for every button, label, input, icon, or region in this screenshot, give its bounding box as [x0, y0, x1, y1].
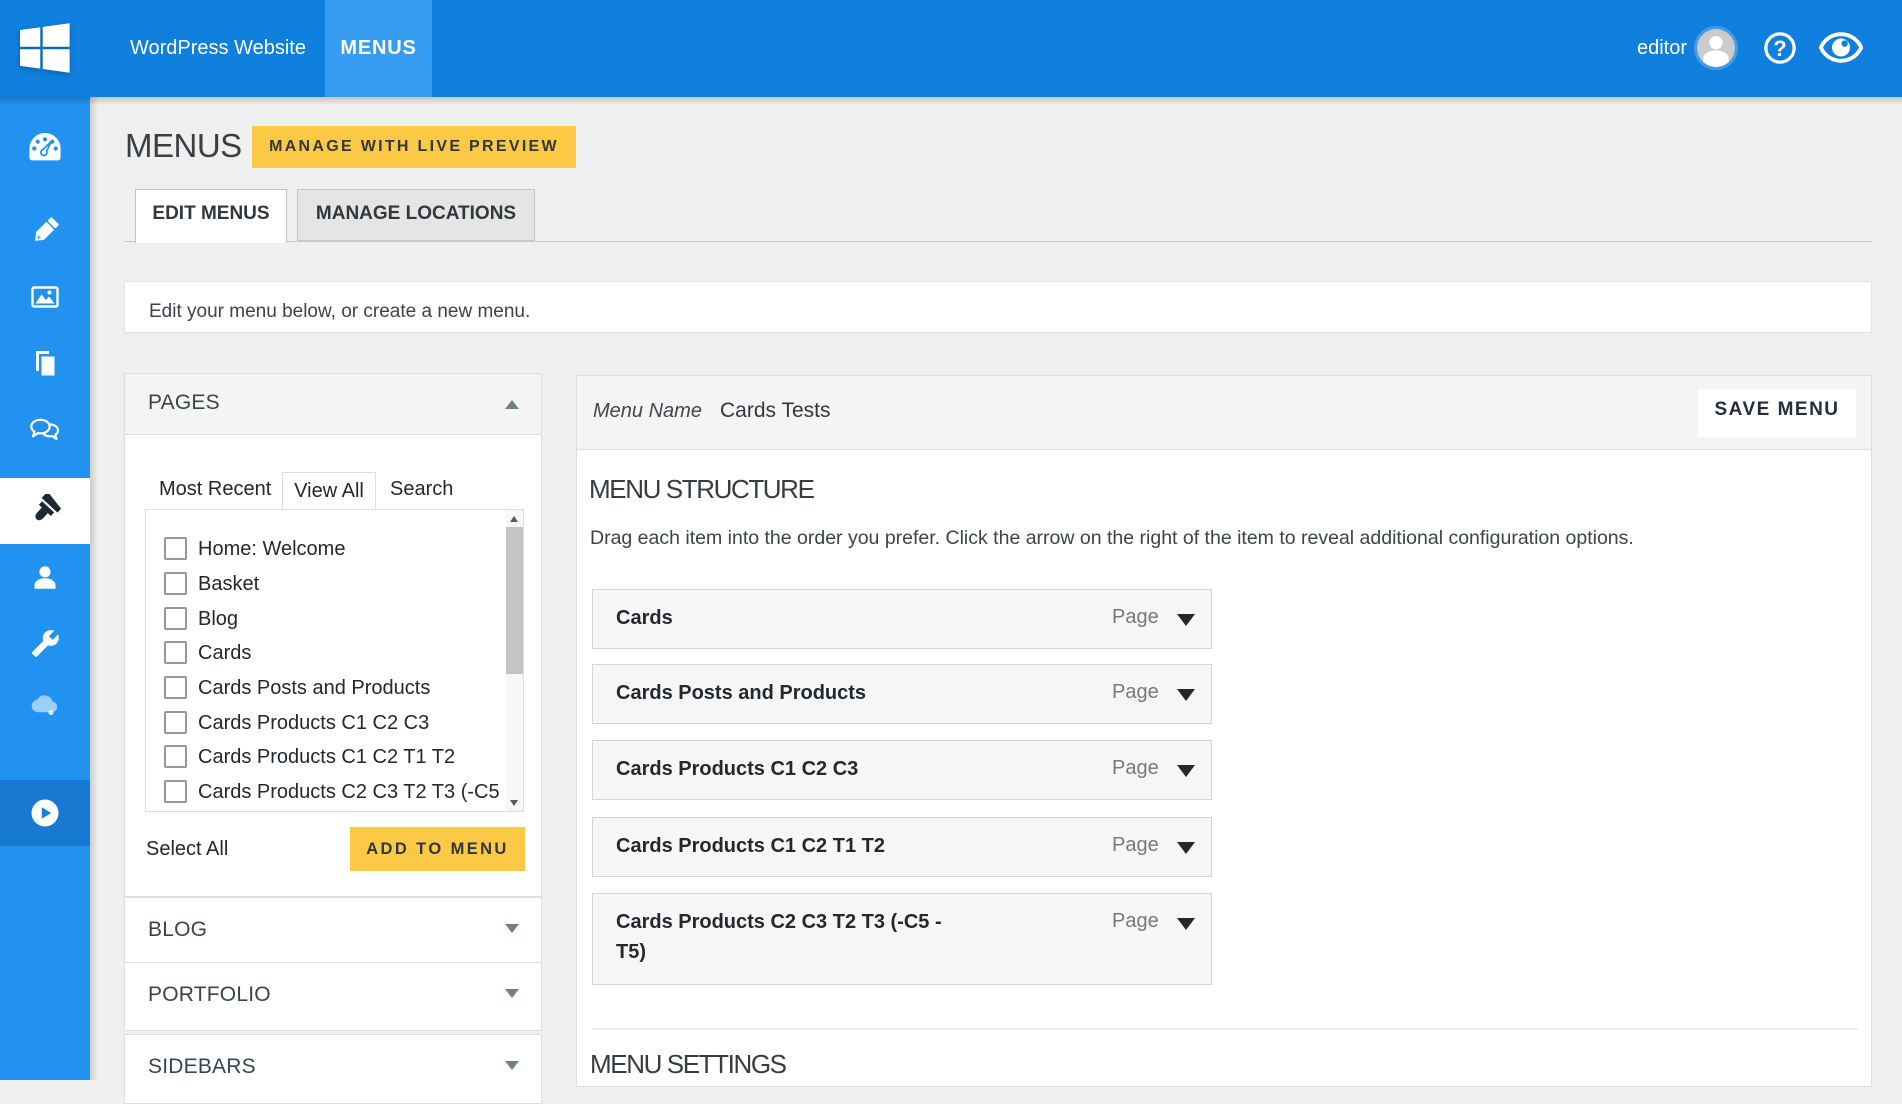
svg-text:?: ? — [1773, 36, 1786, 61]
